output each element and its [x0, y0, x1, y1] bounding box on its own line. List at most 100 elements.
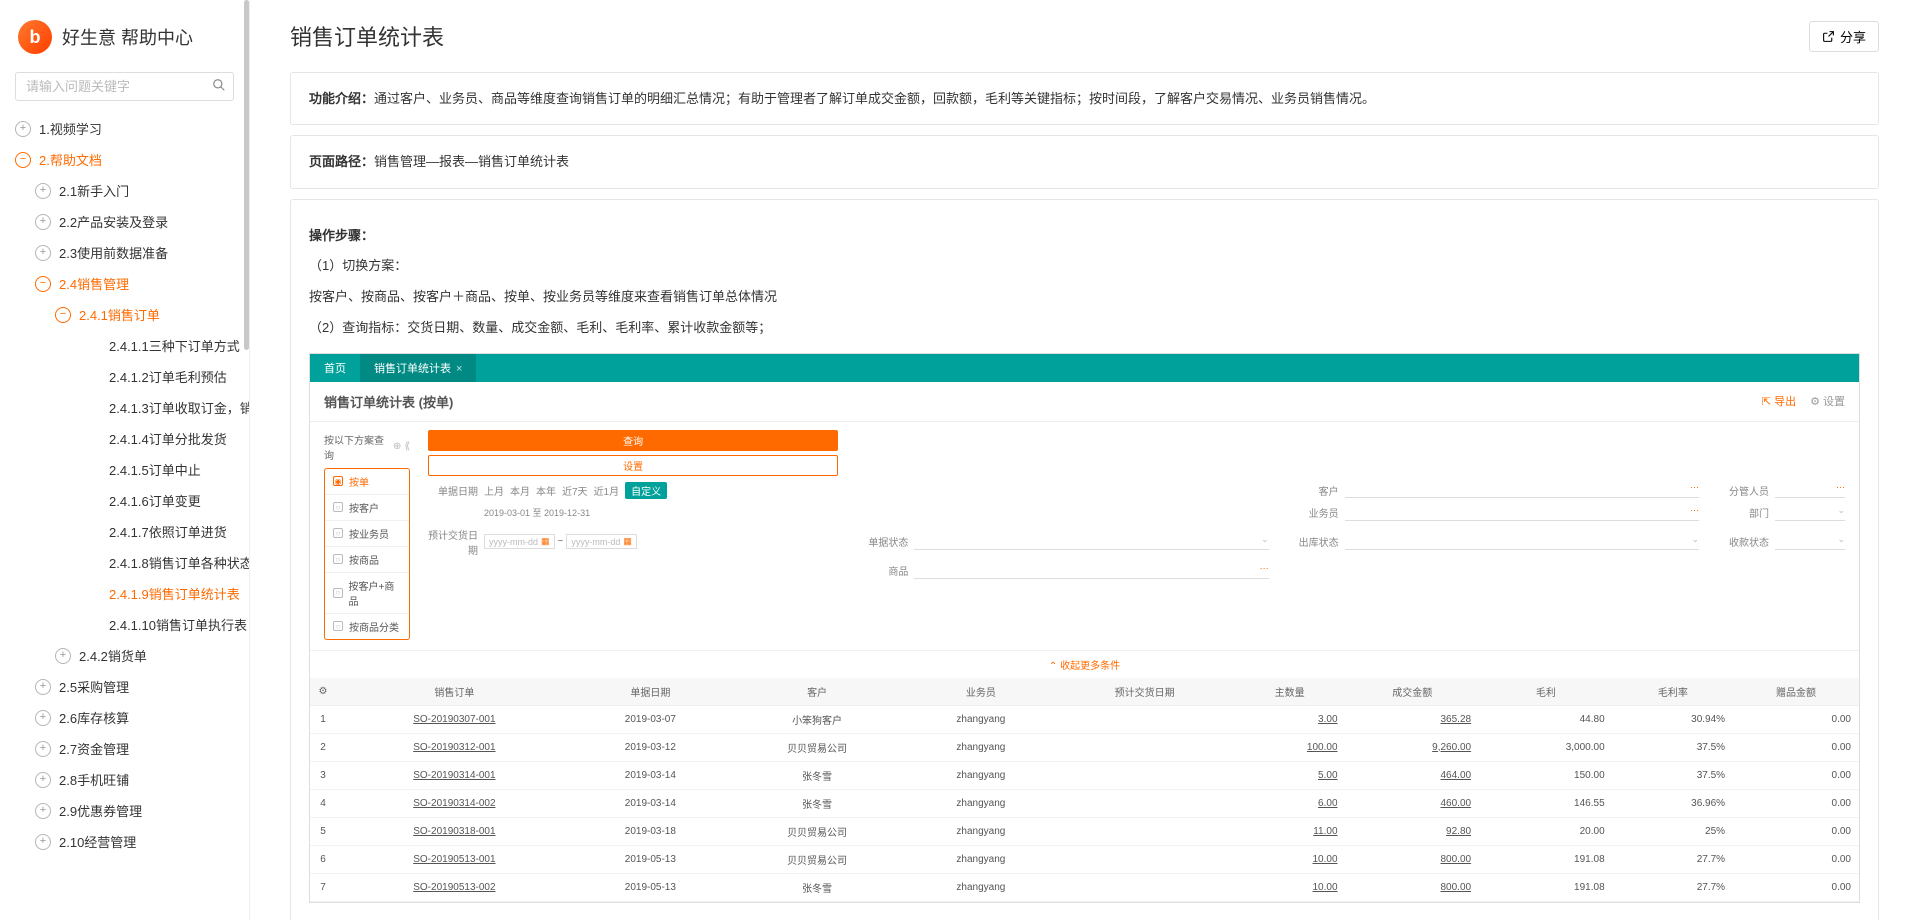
- cell: 36.96%: [1613, 789, 1733, 817]
- nav-label: 2.4.1.10销售订单执行表: [109, 615, 247, 634]
- setting-link: ⚙ 设置: [1810, 393, 1845, 409]
- cell: 6: [310, 845, 336, 873]
- share-icon: [1822, 30, 1835, 43]
- nav-item[interactable]: +1.视频学习: [10, 113, 239, 144]
- steps-section: 操作步骤： （1）切换方案： 按客户、按商品、按客户＋商品、按单、按业务员等维度…: [290, 199, 1879, 920]
- nav-item[interactable]: +2.2产品安装及登录: [10, 206, 239, 237]
- col-header: 成交金额: [1346, 678, 1480, 706]
- scheme-icon: ○: [333, 528, 343, 538]
- cell: [1056, 873, 1234, 901]
- cell: 张冬雪: [728, 761, 906, 789]
- nav-item[interactable]: 2.4.1.5订单中止: [10, 454, 239, 485]
- date-chip: 近1月: [594, 483, 620, 498]
- scheme-icon: ○: [333, 588, 343, 598]
- pay-input: ⌄: [1775, 534, 1845, 550]
- col-header: 主数量: [1234, 678, 1346, 706]
- share-button[interactable]: 分享: [1809, 21, 1879, 52]
- cell: SO-20190307-001: [336, 705, 573, 733]
- nav-label: 2.6库存核算: [59, 708, 129, 727]
- nav-item[interactable]: 2.4.1.4订单分批发货: [10, 423, 239, 454]
- date-chip: 近7天: [562, 483, 588, 498]
- nav-item[interactable]: 2.4.1.3订单收取订金，销货单: [10, 392, 239, 423]
- table-row: 5SO-20190318-0012019-03-18贝贝贸易公司zhangyan…: [310, 817, 1859, 845]
- plus-icon: +: [35, 679, 51, 695]
- cell: 2019-03-18: [573, 817, 728, 845]
- cell: 2019-03-12: [573, 733, 728, 761]
- nav-label: 2.4.1.3订单收取订金，销货单: [109, 398, 250, 417]
- steps-label: 操作步骤：: [309, 228, 374, 243]
- nav-item[interactable]: +2.7资金管理: [10, 733, 239, 764]
- cell: 0.00: [1733, 705, 1859, 733]
- nav-label: 2.4销售管理: [59, 274, 129, 293]
- sidebar: b 好生意 帮助中心 +1.视频学习−2.帮助文档+2.1新手入门+2.2产品安…: [0, 0, 250, 920]
- nav-item[interactable]: +2.1新手入门: [10, 175, 239, 206]
- cell: 0.00: [1733, 873, 1859, 901]
- cell: 37.5%: [1613, 761, 1733, 789]
- nav-item[interactable]: +2.8手机旺铺: [10, 764, 239, 795]
- intro-text: 通过客户、业务员、商品等维度查询销售订单的明细汇总情况；有助于管理者了解订单成交…: [374, 91, 1375, 106]
- plus-icon: +: [35, 214, 51, 230]
- scheme-box: ◉按单○按客户○按业务员○按商品○按客户+商品○按商品分类: [324, 468, 410, 640]
- nav-item[interactable]: +2.6库存核算: [10, 702, 239, 733]
- scheme-item: ○按业务员: [325, 521, 409, 547]
- cell: 贝贝贸易公司: [728, 845, 906, 873]
- cell: 2019-03-14: [573, 761, 728, 789]
- scheme-header: 按以下方案查询 ⊕⟪: [324, 432, 410, 462]
- nav-item[interactable]: −2.4.1销售订单: [10, 299, 239, 330]
- nav-item[interactable]: +2.10经营管理: [10, 826, 239, 857]
- sidebar-scrollbar[interactable]: [243, 0, 250, 920]
- plus-icon: +: [35, 245, 51, 261]
- nav-item[interactable]: +2.9优惠券管理: [10, 795, 239, 826]
- cell: 3: [310, 761, 336, 789]
- cell: 92.80: [1346, 817, 1480, 845]
- search-input[interactable]: [15, 72, 234, 101]
- nav-item[interactable]: +2.4.2销货单: [10, 640, 239, 671]
- nav-item[interactable]: −2.帮助文档: [10, 144, 239, 175]
- table-row: 3SO-20190314-0012019-03-14张冬雪zhangyang5.…: [310, 761, 1859, 789]
- scheme-item: ○按客户: [325, 495, 409, 521]
- cell: 7: [310, 873, 336, 901]
- cell: zhangyang: [906, 705, 1055, 733]
- cell: [1056, 761, 1234, 789]
- col-header: 毛利: [1479, 678, 1613, 706]
- nav-label: 2.8手机旺铺: [59, 770, 129, 789]
- cell: 0.00: [1733, 733, 1859, 761]
- minus-icon: −: [35, 276, 51, 292]
- share-label: 分享: [1840, 27, 1866, 46]
- nav-item[interactable]: 2.4.1.10销售订单执行表: [10, 609, 239, 640]
- cell: 191.08: [1479, 873, 1613, 901]
- cell: 1: [310, 705, 336, 733]
- nav-label: 2.4.1.2订单毛利预估: [109, 367, 227, 386]
- collapse-icon: ⟪: [404, 441, 410, 452]
- table-row: 4SO-20190314-0022019-03-14张冬雪zhangyang6.…: [310, 789, 1859, 817]
- cell: 800.00: [1346, 845, 1480, 873]
- search-icon[interactable]: [212, 78, 226, 95]
- nav-item[interactable]: 2.4.1.9销售订单统计表: [10, 578, 239, 609]
- cell: 44.80: [1479, 705, 1613, 733]
- nav-item[interactable]: +2.3使用前数据准备: [10, 237, 239, 268]
- step1-desc: 按客户、按商品、按客户＋商品、按单、按业务员等维度来查看销售订单总体情况: [309, 285, 1860, 310]
- cell: 0.00: [1733, 789, 1859, 817]
- cell: 20.00: [1479, 817, 1613, 845]
- cell: 小笨狗客户: [728, 705, 906, 733]
- cell: [1056, 733, 1234, 761]
- result-table: ⚙销售订单单据日期客户业务员预计交货日期主数量成交金额毛利毛利率赠品金额 1SO…: [310, 678, 1859, 902]
- nav-item[interactable]: 2.4.1.8销售订单各种状态: [10, 547, 239, 578]
- cell: SO-20190513-002: [336, 873, 573, 901]
- query-button: 查询: [428, 430, 838, 451]
- nav-item[interactable]: 2.4.1.1三种下订单方式: [10, 330, 239, 361]
- prod-input: ⋯: [914, 563, 1268, 579]
- nav-item[interactable]: −2.4销售管理: [10, 268, 239, 299]
- nav-item[interactable]: 2.4.1.6订单变更: [10, 485, 239, 516]
- nav-label: 2.4.1.4订单分批发货: [109, 429, 227, 448]
- cell: 150.00: [1479, 761, 1613, 789]
- cell: 2: [310, 733, 336, 761]
- col-header: 毛利率: [1613, 678, 1733, 706]
- nav-item[interactable]: 2.4.1.7依照订单进货: [10, 516, 239, 547]
- ss-tab-active: 销售订单统计表 ×: [360, 354, 476, 382]
- cell: zhangyang: [906, 789, 1055, 817]
- nav-item[interactable]: +2.5采购管理: [10, 671, 239, 702]
- plus-icon: +: [35, 772, 51, 788]
- nav-item[interactable]: 2.4.1.2订单毛利预估: [10, 361, 239, 392]
- cell: SO-20190314-002: [336, 789, 573, 817]
